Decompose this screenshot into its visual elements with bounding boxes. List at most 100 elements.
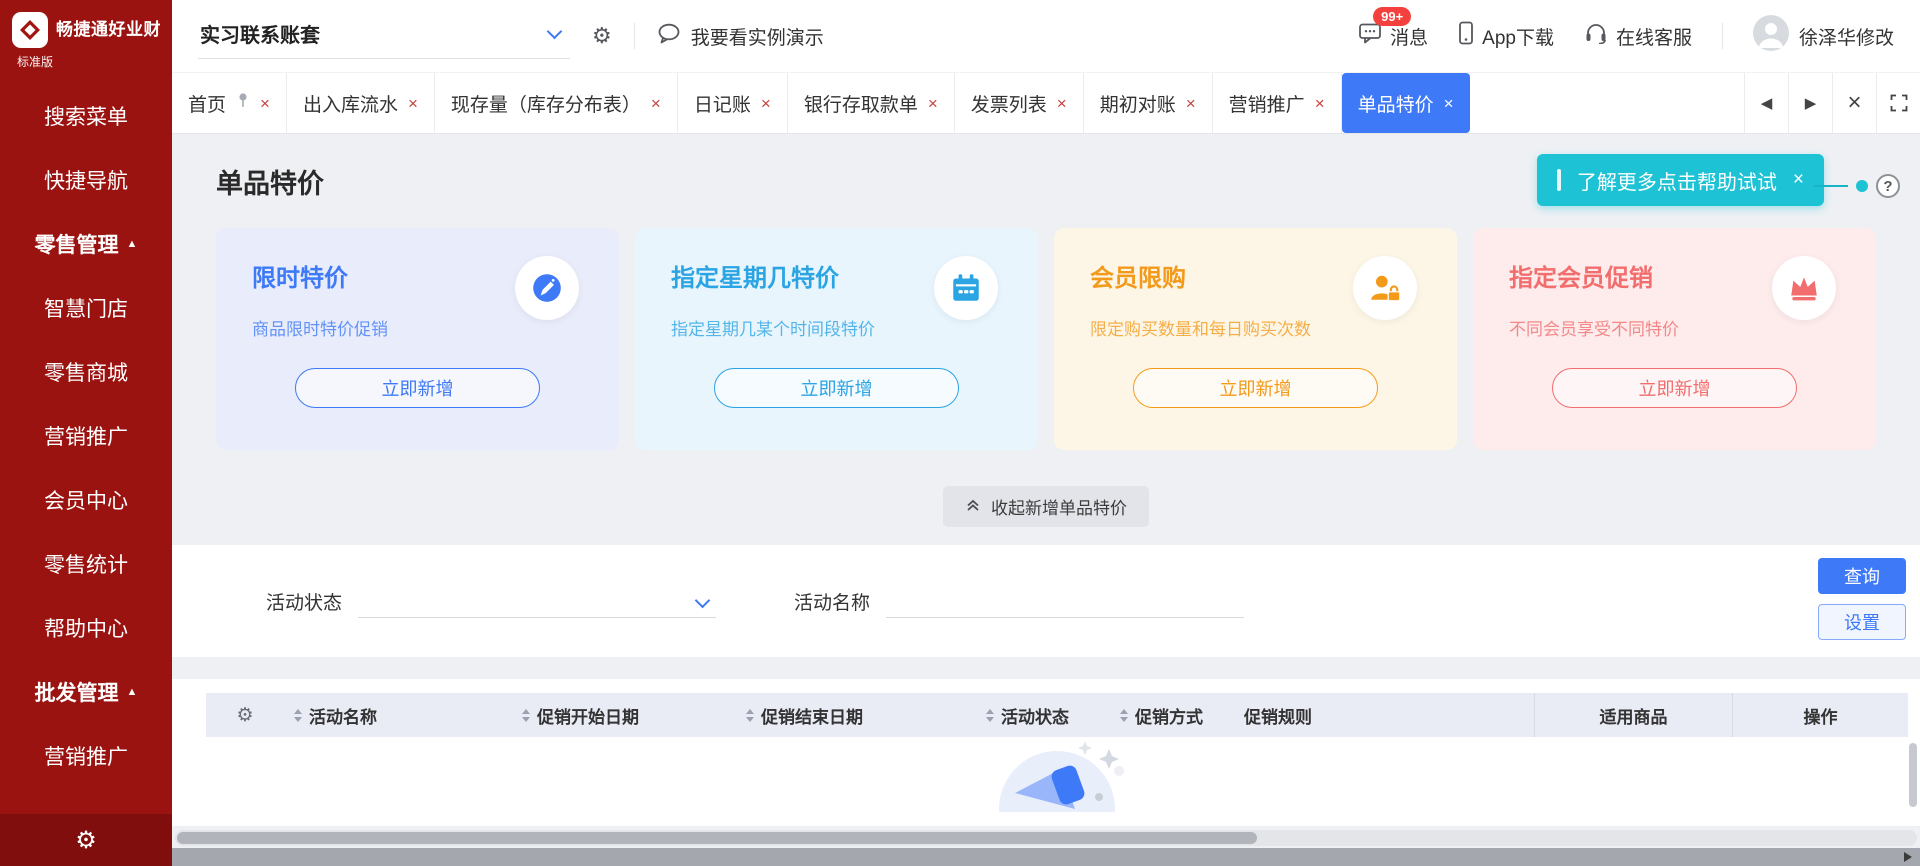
tab-close-icon[interactable]: × [928,95,938,112]
page-content: 单品特价 了解更多点击帮助试试 × ? 限时特价 商品限时特价促销 立即新增 指… [172,134,1920,866]
demo-link-label: 我要看实例演示 [690,27,824,49]
tab-scroll-right-button[interactable]: ▶ [1788,73,1832,133]
scrollbar-thumb[interactable] [177,832,1258,844]
tab-label: 首页 [188,94,227,116]
tab-bar: 首页 × 出入库流水 × 现存量（库存分布表） × 日记账 × 银行存取款单 × 发票列… [172,72,1920,134]
topbar-right: 99+ 消息 App下载 在线客服 徐泽华修改 [1358,7,1894,57]
fullscreen-button[interactable] [1876,73,1920,133]
table-body-empty [206,737,1908,812]
tab-invoice-list[interactable]: 发票列表 × [955,73,1084,133]
tab-close-icon[interactable]: × [408,95,418,112]
tab-stock-flow[interactable]: 出入库流水 × [287,73,435,133]
help-banner: 了解更多点击帮助试试 × [1536,154,1824,206]
tab-journal[interactable]: 日记账 × [678,73,788,133]
sidebar-item-marketing[interactable]: 营销推广 [0,404,172,468]
add-now-button[interactable]: 立即新增 [1133,368,1378,408]
promo-card-flash-sale: 限时特价 商品限时特价促销 立即新增 [216,228,619,450]
card-desc: 指定星期几某个时间段特价 [671,320,875,339]
collapse-new-promo-button[interactable]: 收起新增单品特价 [943,486,1149,527]
sidebar-group-retail-management[interactable]: 零售管理 ▲ [0,212,172,276]
topbar: 实习联系账套 ⚙ 我要看实例演示 99+ 消息 App下载 在线客服 徐泽华修改 [172,0,1920,72]
sidebar-item-member-center[interactable]: 会员中心 [0,468,172,532]
sidebar-settings-button[interactable]: ⚙ [0,814,172,866]
sidebar-item-retail-stats[interactable]: 零售统计 [0,532,172,596]
sidebar-item-help-center[interactable]: 帮助中心 [0,596,172,660]
col-promo-end-date[interactable]: 促销结束日期 [736,693,976,737]
sidebar-item-wholesale-marketing[interactable]: 营销推广 [0,724,172,788]
query-button[interactable]: 查询 [1818,558,1906,594]
tab-close-icon[interactable]: × [651,95,661,112]
help-banner-text: 了解更多点击帮助试试 [1576,171,1777,194]
tab-marketing[interactable]: 营销推广 × [1213,73,1342,133]
card-desc: 商品限时特价促销 [252,320,388,339]
online-service-button[interactable]: 在线客服 [1584,22,1692,50]
column-settings-button[interactable]: ⚙ [206,693,284,737]
promo-card-member-limit: 会员限购 限定购买数量和每日购买次数 立即新增 [1054,228,1457,450]
sidebar-item-search-menu[interactable]: 搜索菜单 [0,84,172,148]
account-set-dropdown[interactable]: 实习联系账套 [198,13,570,59]
col-promo-method[interactable]: 促销方式 [1110,693,1234,737]
card-desc: 不同会员享受不同特价 [1509,320,1679,339]
banner-close-icon[interactable]: × [1793,169,1804,191]
title-row: 单品特价 了解更多点击帮助试试 × ? [172,134,1920,228]
calendar-icon [934,256,998,320]
close-all-tabs-button[interactable]: × [1832,73,1876,133]
tab-item-special-price[interactable]: 单品特价 × [1341,73,1470,133]
member-lock-icon [1353,256,1417,320]
tab-scroll-left-button[interactable]: ◀ [1744,73,1788,133]
tab-opening-reconciliation[interactable]: 期初对账 × [1084,73,1213,133]
vertical-scrollbar-thumb[interactable] [1909,743,1917,807]
messages-badge: 99+ [1373,7,1412,26]
sort-icon[interactable] [986,708,994,722]
scroll-right-arrow-icon [1904,852,1912,862]
sidebar-item-quick-nav[interactable]: 快捷导航 [0,148,172,212]
tab-bank-deposit[interactable]: 银行存取款单 × [788,73,955,133]
collapse-triangle-icon: ▲ [126,685,138,698]
col-activity-status[interactable]: 活动状态 [976,693,1110,737]
app-download-button[interactable]: App下载 [1458,21,1554,51]
sort-icon[interactable] [294,708,302,722]
activity-status-select[interactable] [358,584,717,618]
messages-button[interactable]: 99+ 消息 [1358,7,1428,50]
add-now-button[interactable]: 立即新增 [1552,368,1797,408]
tab-close-icon[interactable]: × [1057,95,1067,112]
sidebar-group-wholesale-management[interactable]: 批发管理 ▲ [0,660,172,724]
banner-pointer: ? [1814,174,1900,198]
card-desc: 限定购买数量和每日购买次数 [1090,320,1311,339]
settings-gear-button[interactable]: ⚙ [592,25,612,47]
results-table-panel: ⚙ 活动名称 促销开始日期 促销结束日期 活动状态 促销方式 促销规则 适用商品… [172,679,1920,826]
tab-controls: ◀ ▶ × [1744,73,1920,133]
chevron-down-icon [546,23,563,39]
add-now-button[interactable]: 立即新增 [714,368,959,408]
sort-icon[interactable] [1120,708,1128,722]
tab-close-icon[interactable]: × [260,95,270,112]
main-column: 实习联系账套 ⚙ 我要看实例演示 99+ 消息 App下载 在线客服 徐泽华修改… [172,0,1920,866]
sidebar-item-smart-store[interactable]: 智慧门店 [0,276,172,340]
col-applicable-goods: 适用商品 [1534,693,1732,737]
tab-close-icon[interactable]: × [1444,95,1454,112]
tab-home[interactable]: 首页 × [172,73,287,133]
window-scrollbar[interactable] [172,848,1920,866]
tab-stock-distribution[interactable]: 现存量（库存分布表） × [435,73,678,133]
user-menu[interactable]: 徐泽华修改 [1752,15,1894,57]
help-question-button[interactable]: ? [1876,174,1900,198]
activity-status-label: 活动状态 [266,592,343,614]
sort-icon[interactable] [746,708,754,722]
tab-close-icon[interactable]: × [761,95,771,112]
tab-close-icon[interactable]: × [1315,95,1325,112]
speech-bubble-icon [657,22,681,50]
settings-button[interactable]: 设置 [1818,604,1906,640]
col-promo-rule: 促销规则 [1244,707,1312,727]
sidebar-item-retail-mall[interactable]: 零售商城 [0,340,172,404]
add-now-button[interactable]: 立即新增 [295,368,540,408]
tab-close-icon[interactable]: × [1186,95,1196,112]
col-promo-start-date[interactable]: 促销开始日期 [512,693,736,737]
demo-link[interactable]: 我要看实例演示 [657,22,824,50]
promo-card-member-promo: 指定会员促销 不同会员享受不同特价 立即新增 [1473,228,1876,450]
sort-icon[interactable] [522,708,530,722]
divider [1721,23,1723,49]
headset-icon [1584,22,1608,50]
activity-name-input[interactable] [886,584,1245,618]
col-activity-name[interactable]: 活动名称 [284,693,512,737]
crown-icon [1772,256,1836,320]
